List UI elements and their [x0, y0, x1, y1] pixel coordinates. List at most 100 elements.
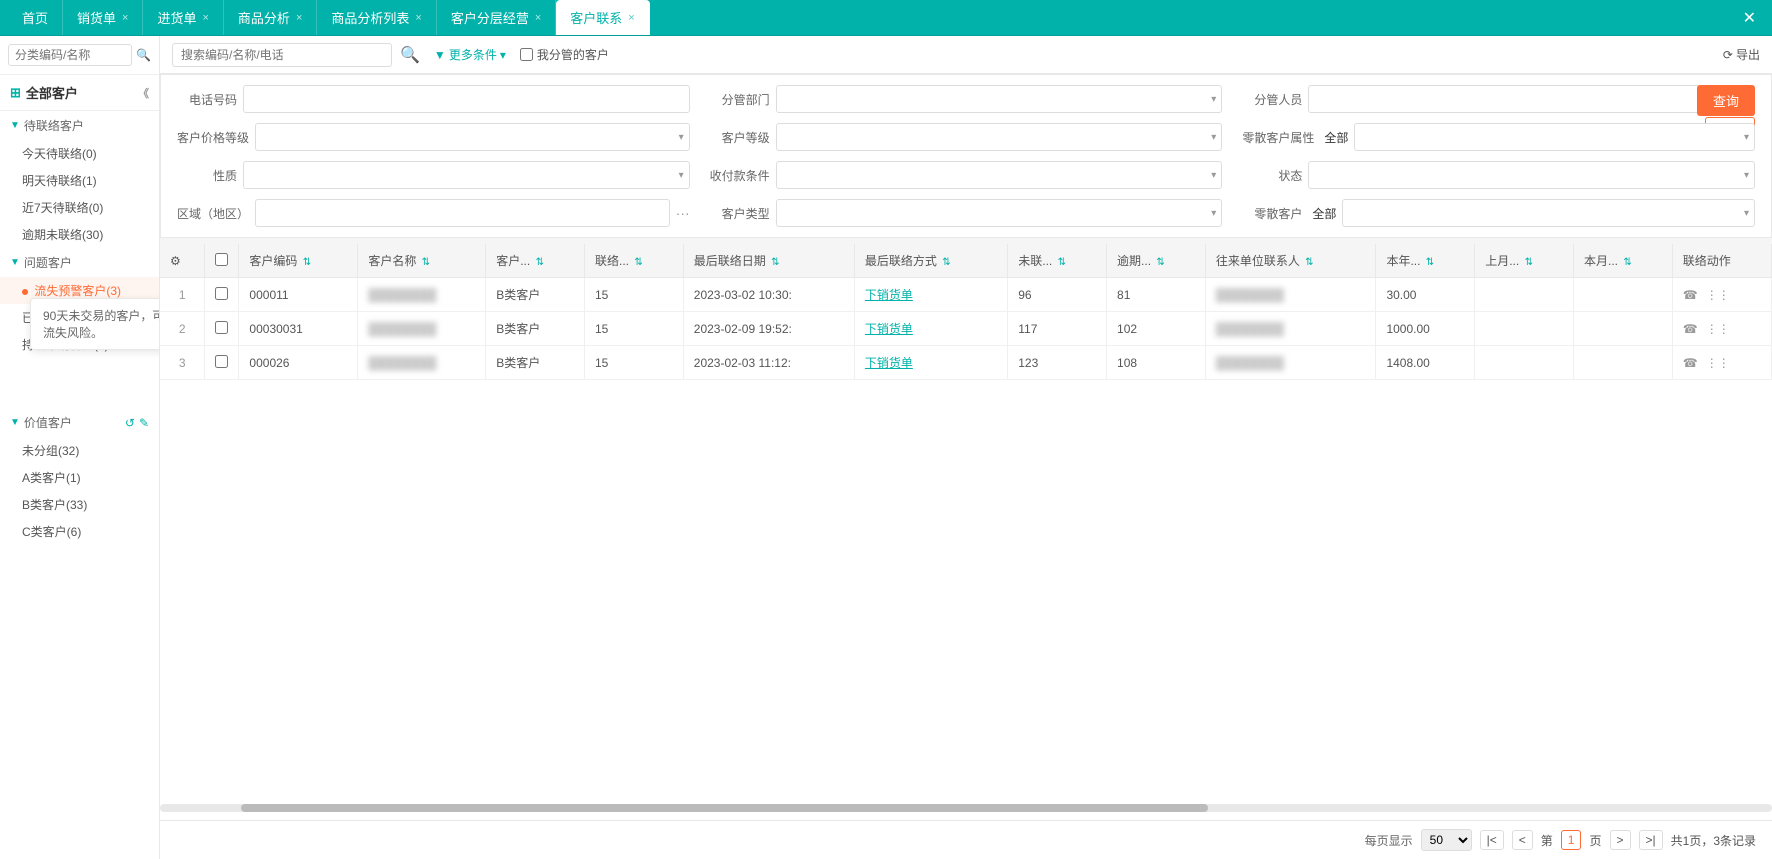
sidebar-item-ungroup[interactable]: 未分组(32): [0, 437, 159, 464]
edit-group-icon[interactable]: ✎: [139, 416, 149, 430]
phone-input[interactable]: [243, 85, 690, 113]
sidebar-search-input[interactable]: [8, 44, 132, 66]
action-more-icon-2[interactable]: ⋮⋮: [1706, 356, 1730, 370]
tab-purchase-order[interactable]: 进货单 ×: [143, 0, 223, 35]
th-settings[interactable]: ⚙: [160, 244, 205, 278]
th-checkbox[interactable]: [205, 244, 239, 278]
first-page-button[interactable]: |<: [1480, 830, 1504, 850]
this-month-sort-icon[interactable]: ⇅: [1623, 257, 1631, 268]
assignee-input[interactable]: [1308, 85, 1735, 113]
add-group-icon[interactable]: ↺: [125, 416, 135, 430]
last-method-sort-icon[interactable]: ⇅: [942, 257, 950, 268]
person-sort-icon[interactable]: ⇅: [1305, 257, 1313, 268]
sidebar-item-today-contact[interactable]: 今天待联络(0): [0, 140, 159, 167]
tab-customer-tier[interactable]: 客户分层经营 ×: [437, 0, 556, 35]
value-customers-section[interactable]: ▼ 价值客户 ↺ ✎: [0, 408, 159, 437]
row-checkbox-cell-0[interactable]: [205, 278, 239, 312]
tab-sales-order-close[interactable]: ×: [122, 12, 128, 24]
pending-contact-section[interactable]: ▼ 待联络客户: [0, 111, 159, 140]
select-all-checkbox[interactable]: [215, 253, 228, 266]
next-page-button[interactable]: >: [1610, 830, 1631, 850]
th-name: 客户名称 ⇅: [358, 244, 486, 278]
dept-select[interactable]: [776, 85, 1223, 113]
my-customers-checkbox-label[interactable]: 我分管的客户: [520, 46, 609, 63]
this-year-sort-icon[interactable]: ⇅: [1426, 257, 1434, 268]
tab-home[interactable]: 首页: [8, 0, 63, 35]
row-checkbox-0[interactable]: [215, 287, 228, 300]
code-sort-icon[interactable]: ⇅: [303, 257, 311, 268]
customer-type-select[interactable]: [776, 199, 1223, 227]
sidebar-item-tomorrow-contact[interactable]: 明天待联络(1): [0, 167, 159, 194]
last-date-sort-icon[interactable]: ⇅: [771, 257, 779, 268]
dept-select-wrapper: ▾: [776, 85, 1223, 113]
name-sort-icon[interactable]: ⇅: [422, 257, 430, 268]
status-select[interactable]: [1308, 161, 1755, 189]
action-contact-icon-0[interactable]: ☎: [1683, 288, 1698, 302]
window-close-icon[interactable]: ✕: [1735, 8, 1764, 28]
tab-bar: 首页 销货单 × 进货单 × 商品分析 × 商品分析列表 × 客户分层经营 × …: [0, 0, 1772, 36]
table-row: 3 000026 ████████ B类客户 15 2023-02-03 11:…: [160, 346, 1772, 380]
sidebar-item-overdue-contact[interactable]: 逾期未联络(30): [0, 221, 159, 248]
uncontacted-sort-icon[interactable]: ⇅: [1058, 257, 1066, 268]
query-button[interactable]: 查询: [1697, 85, 1755, 116]
category-sort-icon[interactable]: ⇅: [536, 257, 544, 268]
row-checkbox-cell-2[interactable]: [205, 346, 239, 380]
gender-select[interactable]: [243, 161, 690, 189]
tab-customer-contact-close[interactable]: ×: [628, 12, 634, 24]
overdue-sort-icon[interactable]: ⇅: [1156, 257, 1164, 268]
zero-customer-select[interactable]: [1342, 199, 1755, 227]
row-action-2[interactable]: ☎ ⋮⋮: [1672, 346, 1771, 380]
row-checkbox-cell-1[interactable]: [205, 312, 239, 346]
contact-sort-icon[interactable]: ⇅: [634, 257, 642, 268]
row-last-method-2[interactable]: 下销货单: [854, 346, 1007, 380]
tab-product-analysis-list[interactable]: 商品分析列表 ×: [317, 0, 436, 35]
row-action-0[interactable]: ☎ ⋮⋮: [1672, 278, 1771, 312]
row-last-method-0[interactable]: 下销货单: [854, 278, 1007, 312]
th-this-year: 本年... ⇅: [1376, 244, 1475, 278]
last-month-sort-icon[interactable]: ⇅: [1525, 257, 1533, 268]
sidebar-item-a-customers[interactable]: A类客户(1): [0, 464, 159, 491]
tab-purchase-order-close[interactable]: ×: [202, 12, 208, 24]
filter-search-button[interactable]: 🔍: [400, 45, 420, 65]
tab-customer-tier-close[interactable]: ×: [535, 12, 541, 24]
action-contact-icon-2[interactable]: ☎: [1683, 356, 1698, 370]
row-name-0: ████████: [358, 278, 486, 312]
payment-select[interactable]: [776, 161, 1223, 189]
all-customers-header[interactable]: ⊞ 全部客户 《: [0, 75, 159, 111]
row-uncontacted-0: 96: [1008, 278, 1107, 312]
action-more-icon-0[interactable]: ⋮⋮: [1706, 288, 1730, 302]
my-customers-checkbox[interactable]: [520, 48, 533, 61]
last-page-button[interactable]: >|: [1639, 830, 1663, 850]
th-action: 联络动作: [1672, 244, 1771, 278]
action-more-icon-1[interactable]: ⋮⋮: [1706, 322, 1730, 336]
tab-customer-contact[interactable]: 客户联系 ×: [556, 0, 649, 35]
row-checkbox-1[interactable]: [215, 321, 228, 334]
export-button[interactable]: ⟳ 导出: [1723, 46, 1760, 63]
tab-product-analysis-list-close[interactable]: ×: [415, 12, 421, 24]
row-last-method-1[interactable]: 下销货单: [854, 312, 1007, 346]
sidebar-item-c-customers[interactable]: C类客户(6): [0, 518, 159, 545]
filter-search-input[interactable]: [172, 43, 392, 67]
tab-sales-order[interactable]: 销货单 ×: [63, 0, 143, 35]
customer-level-select[interactable]: [776, 123, 1223, 151]
tab-product-analysis-close[interactable]: ×: [296, 12, 302, 24]
sidebar-item-7day-contact[interactable]: 近7天待联络(0): [0, 194, 159, 221]
prev-page-button[interactable]: <: [1512, 830, 1533, 850]
price-level-select[interactable]: [255, 123, 690, 151]
per-page-select[interactable]: 50 100 200: [1421, 829, 1472, 851]
row-checkbox-2[interactable]: [215, 355, 228, 368]
sidebar-search-icon[interactable]: 🔍: [136, 48, 151, 62]
collapse-icon[interactable]: 《: [138, 85, 149, 101]
at-risk-section[interactable]: ▼ 问题客户: [0, 248, 159, 277]
customers-table: ⚙ 客户编码 ⇅ 客户名称 ⇅ 客户...: [160, 244, 1772, 380]
area-input[interactable]: [255, 199, 670, 227]
action-contact-icon-1[interactable]: ☎: [1683, 322, 1698, 336]
row-this-year-2: 1408.00: [1376, 346, 1475, 380]
row-action-1[interactable]: ☎ ⋮⋮: [1672, 312, 1771, 346]
area-dots-icon[interactable]: ···: [676, 205, 690, 221]
tab-product-analysis[interactable]: 商品分析 ×: [224, 0, 317, 35]
sidebar-item-b-customers[interactable]: B类客户(33): [0, 491, 159, 518]
bottom-scrollbar[interactable]: [160, 800, 1772, 820]
more-conditions-button[interactable]: ▼ 更多条件 ▾: [428, 42, 512, 67]
zero-attr-select[interactable]: [1354, 123, 1755, 151]
